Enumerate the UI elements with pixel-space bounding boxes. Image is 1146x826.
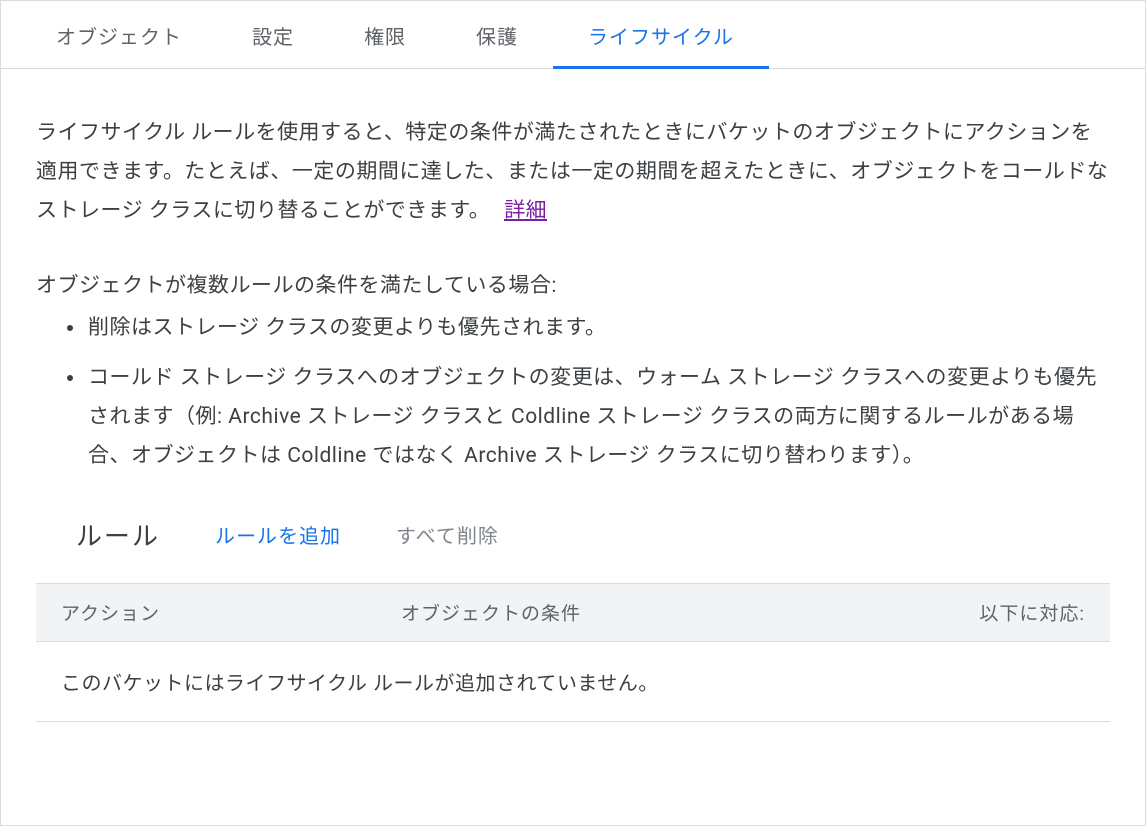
tab-permissions[interactable]: 権限 [329,1,441,68]
empty-rules-message: このバケットにはライフサイクル ルールが追加されていません。 [36,642,1110,722]
tab-protection[interactable]: 保護 [441,1,553,68]
column-applies-to: 以下に対応: [935,599,1085,626]
description-text: ライフサイクル ルールを使用すると、特定の条件が満たされたときにバケットのオブジ… [36,121,1108,223]
learn-more-link[interactable]: 詳細 [504,199,547,223]
rules-header: ルール ルールを追加 すべて削除 [36,516,1110,553]
tab-objects[interactable]: オブジェクト [21,1,217,68]
lifecycle-content: ライフサイクル ルールを使用すると、特定の条件が満たされたときにバケットのオブジ… [1,69,1145,752]
tab-settings[interactable]: 設定 [217,1,329,68]
multi-rule-subheading: オブジェクトが複数ルールの条件を満たしている場合: [36,269,1110,299]
tab-lifecycle[interactable]: ライフサイクル [553,1,769,68]
list-item: 削除はストレージ クラスの変更よりも優先されます。 [86,309,1110,348]
tab-bar: オブジェクト 設定 権限 保護 ライフサイクル [1,1,1145,69]
column-condition: オブジェクトの条件 [401,599,935,626]
rules-title: ルール [76,516,160,553]
lifecycle-description: ライフサイクル ルールを使用すると、特定の条件が満たされたときにバケットのオブジ… [36,114,1110,231]
list-item: コールド ストレージ クラスへのオブジェクトの変更は、ウォーム ストレージ クラ… [86,359,1110,476]
priority-rule-list: 削除はストレージ クラスの変更よりも優先されます。 コールド ストレージ クラス… [36,309,1110,476]
add-rule-button[interactable]: ルールを追加 [215,520,341,549]
rules-table-header: アクション オブジェクトの条件 以下に対応: [36,583,1110,642]
column-action: アクション [61,599,401,626]
delete-all-button[interactable]: すべて削除 [396,520,499,549]
